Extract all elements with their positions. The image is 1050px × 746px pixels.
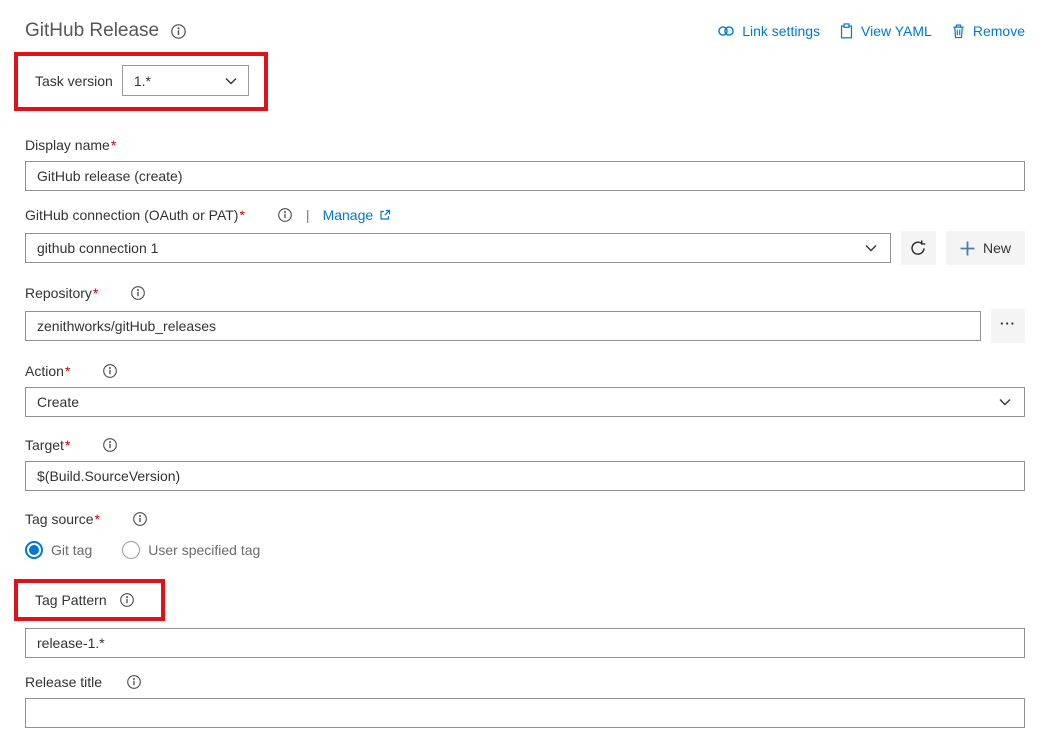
github-connection-label-row: GitHub connection (OAuth or PAT)* | Mana…: [25, 207, 1025, 223]
display-name-label-row: Display name*: [25, 137, 1025, 153]
radio-user-specified-tag-label: User specified tag: [148, 542, 260, 558]
repository-label: Repository*: [25, 285, 98, 301]
view-yaml-button[interactable]: View YAML: [839, 23, 932, 39]
task-version-highlight-box: Task version 1.*: [14, 52, 268, 111]
repository-group: Repository* ···: [25, 285, 1025, 343]
radio-unselected-icon: [122, 541, 140, 559]
new-button-label: New: [983, 240, 1011, 256]
manage-label: Manage: [323, 207, 374, 223]
remove-label: Remove: [973, 23, 1025, 39]
tag-pattern-group: Tag Pattern: [25, 579, 1025, 658]
target-input[interactable]: [25, 461, 1025, 491]
external-link-icon: [379, 209, 391, 221]
task-version-label: Task version: [35, 73, 113, 89]
radio-git-tag-label: Git tag: [51, 542, 92, 558]
required-asterisk: *: [111, 137, 116, 153]
page-header: GitHub Release Link settings: [25, 0, 1025, 42]
refresh-button[interactable]: [901, 231, 936, 265]
tag-source-radio-group: Git tag User specified tag: [25, 541, 1025, 559]
page-title-wrap: GitHub Release: [25, 20, 187, 42]
action-dropdown[interactable]: Create: [25, 387, 1025, 417]
page-title: GitHub Release: [25, 20, 159, 42]
display-name-group: Display name*: [25, 137, 1025, 191]
radio-git-tag[interactable]: Git tag: [25, 541, 92, 559]
radio-selected-icon: [25, 541, 43, 559]
release-title-input[interactable]: [25, 698, 1025, 728]
target-label-row: Target*: [25, 437, 1025, 453]
chevron-down-icon: [225, 77, 237, 85]
link-icon: [717, 24, 735, 38]
info-icon[interactable]: [132, 511, 148, 527]
info-icon[interactable]: [119, 592, 135, 608]
trash-icon: [951, 23, 966, 39]
chevron-down-icon: [865, 244, 877, 252]
manage-link[interactable]: Manage: [323, 207, 392, 223]
view-yaml-label: View YAML: [861, 23, 932, 39]
link-settings-label: Link settings: [742, 23, 820, 39]
github-connection-label: GitHub connection (OAuth or PAT)*: [25, 207, 245, 223]
repository-input[interactable]: [25, 311, 981, 341]
release-title-label: Release title: [25, 674, 102, 690]
tag-source-group: Tag source* Git tag User specified tag: [25, 511, 1025, 559]
action-group: Action* Create: [25, 363, 1025, 417]
info-icon[interactable]: [277, 207, 293, 223]
plus-icon: [960, 241, 975, 256]
info-icon[interactable]: [102, 437, 118, 453]
tag-source-label: Tag source*: [25, 511, 100, 527]
info-icon[interactable]: [130, 285, 146, 301]
tag-pattern-input[interactable]: [25, 628, 1025, 658]
task-version-row: Task version 1.*: [35, 65, 249, 96]
required-asterisk: *: [94, 511, 99, 527]
required-asterisk: *: [239, 207, 244, 223]
action-value: Create: [37, 394, 79, 410]
target-group: Target*: [25, 437, 1025, 491]
repository-controls: ···: [25, 309, 1025, 343]
release-title-label-row: Release title: [25, 674, 1025, 690]
task-version-dropdown[interactable]: 1.*: [122, 65, 249, 96]
remove-button[interactable]: Remove: [951, 23, 1025, 39]
display-name-label: Display name*: [25, 137, 116, 153]
github-connection-controls: github connection 1 New: [25, 231, 1025, 265]
radio-user-specified-tag[interactable]: User specified tag: [122, 541, 260, 559]
action-label-row: Action*: [25, 363, 1025, 379]
tag-pattern-label: Tag Pattern: [35, 592, 107, 608]
info-icon[interactable]: [102, 363, 118, 379]
new-connection-button[interactable]: New: [946, 231, 1025, 265]
link-settings-button[interactable]: Link settings: [717, 23, 820, 39]
refresh-icon: [909, 239, 927, 257]
required-asterisk: *: [93, 285, 98, 301]
repository-browse-button[interactable]: ···: [991, 309, 1025, 343]
tag-pattern-highlight-box: Tag Pattern: [14, 579, 165, 621]
action-label: Action*: [25, 363, 70, 379]
info-icon[interactable]: [170, 23, 187, 40]
github-connection-group: GitHub connection (OAuth or PAT)* | Mana…: [25, 207, 1025, 265]
required-asterisk: *: [65, 437, 70, 453]
release-title-group: Release title: [25, 674, 1025, 728]
task-version-value: 1.*: [134, 73, 151, 89]
task-config-panel: GitHub Release Link settings: [0, 0, 1050, 728]
label-divider: |: [306, 207, 310, 223]
github-connection-dropdown[interactable]: github connection 1: [25, 233, 891, 263]
target-label: Target*: [25, 437, 70, 453]
github-connection-value: github connection 1: [37, 240, 158, 256]
ellipsis-icon: ···: [1000, 317, 1016, 330]
chevron-down-icon: [999, 398, 1011, 406]
tag-source-label-row: Tag source*: [25, 511, 1025, 527]
required-asterisk: *: [65, 363, 70, 379]
repository-label-row: Repository*: [25, 285, 1025, 301]
header-actions: Link settings View YAML: [717, 23, 1025, 39]
clipboard-icon: [839, 23, 854, 39]
info-icon[interactable]: [126, 674, 142, 690]
display-name-input[interactable]: [25, 161, 1025, 191]
